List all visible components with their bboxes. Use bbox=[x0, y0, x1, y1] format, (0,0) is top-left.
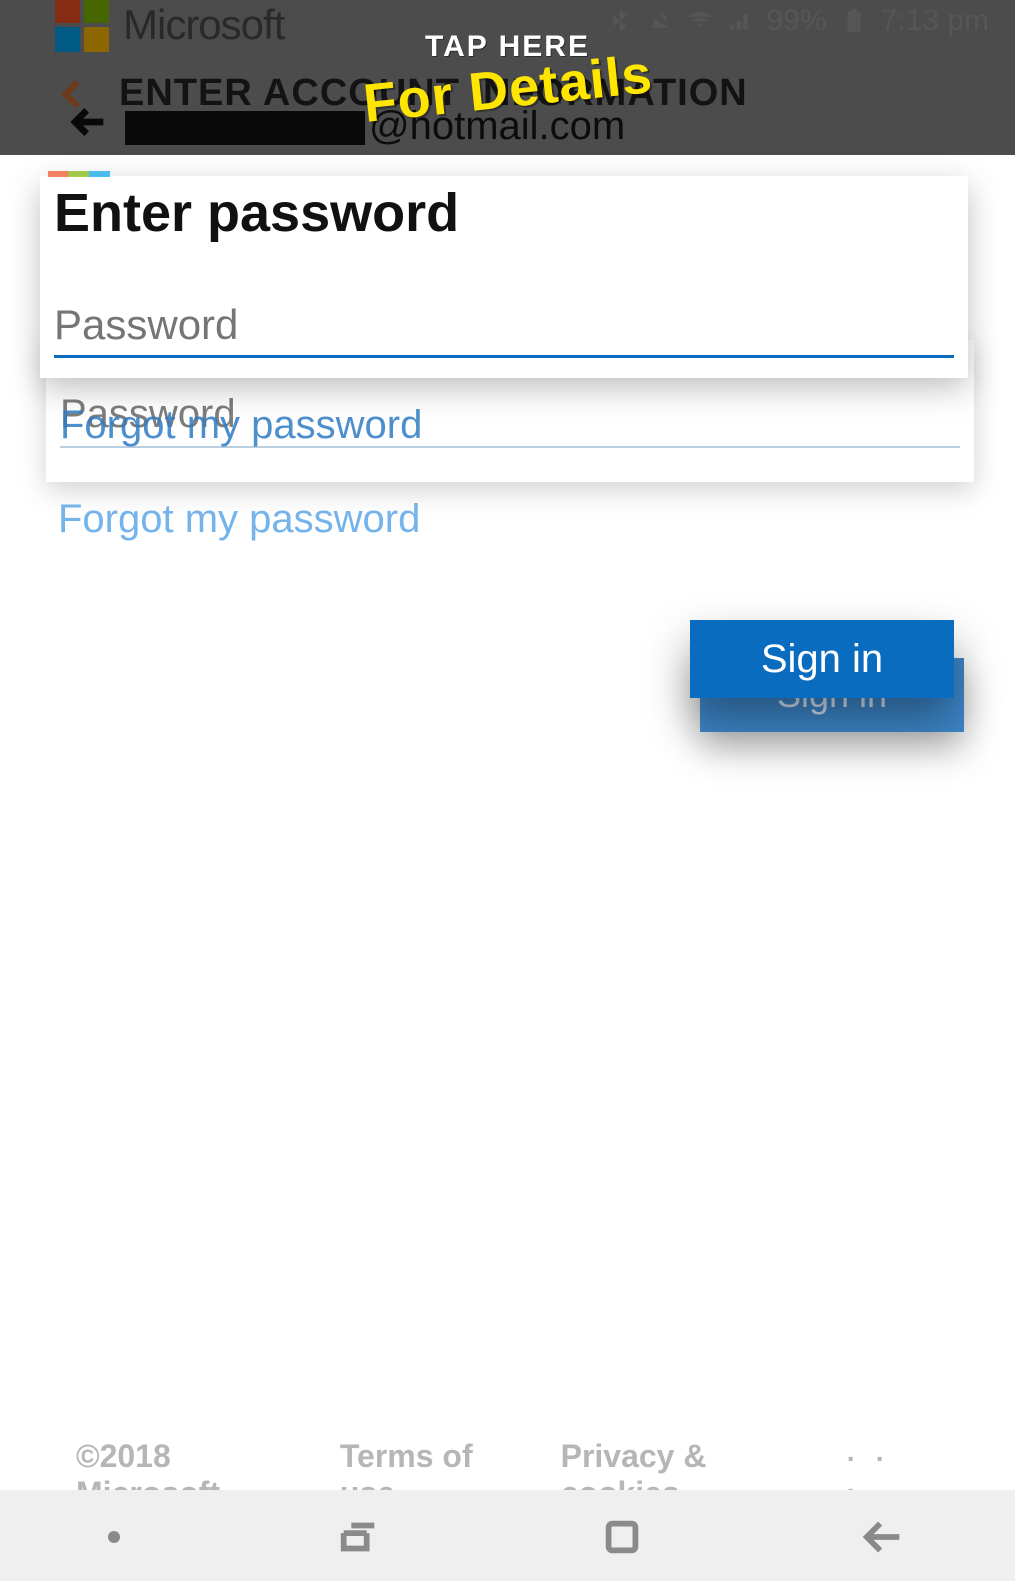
status-bar: 99% 7:13 pm bbox=[607, 4, 989, 38]
home-icon[interactable] bbox=[599, 1514, 645, 1560]
card-accent-bar bbox=[48, 171, 110, 177]
wifi-icon bbox=[687, 8, 713, 34]
signin-button[interactable]: Sign in bbox=[690, 620, 954, 698]
bluetooth-icon bbox=[607, 8, 633, 34]
password-field-wrap[interactable] bbox=[54, 294, 954, 358]
clock-text: 7:13 pm bbox=[881, 4, 989, 38]
mute-icon bbox=[647, 8, 673, 34]
nav-back-icon[interactable] bbox=[861, 1514, 907, 1560]
system-nav-bar bbox=[0, 1502, 1015, 1572]
microsoft-logo-icon bbox=[55, 0, 109, 52]
brand-row: Microsoft bbox=[55, 0, 284, 50]
redacted-email-prefix bbox=[125, 111, 365, 145]
back-arrow-icon[interactable] bbox=[70, 102, 110, 142]
forgot-password-link[interactable]: Forgot my password bbox=[58, 497, 420, 542]
password-card: Enter password bbox=[40, 176, 968, 378]
brand-text: Microsoft bbox=[123, 1, 284, 49]
ghost-forgot-link-overlap: Forgot my password bbox=[60, 403, 422, 448]
password-input[interactable] bbox=[54, 294, 954, 355]
nav-dot-icon[interactable] bbox=[108, 1531, 120, 1543]
signal-icon bbox=[727, 8, 753, 34]
battery-icon bbox=[841, 8, 867, 34]
card-heading: Enter password bbox=[54, 182, 459, 244]
recent-apps-icon[interactable] bbox=[336, 1514, 382, 1560]
battery-percent: 99% bbox=[767, 4, 827, 38]
